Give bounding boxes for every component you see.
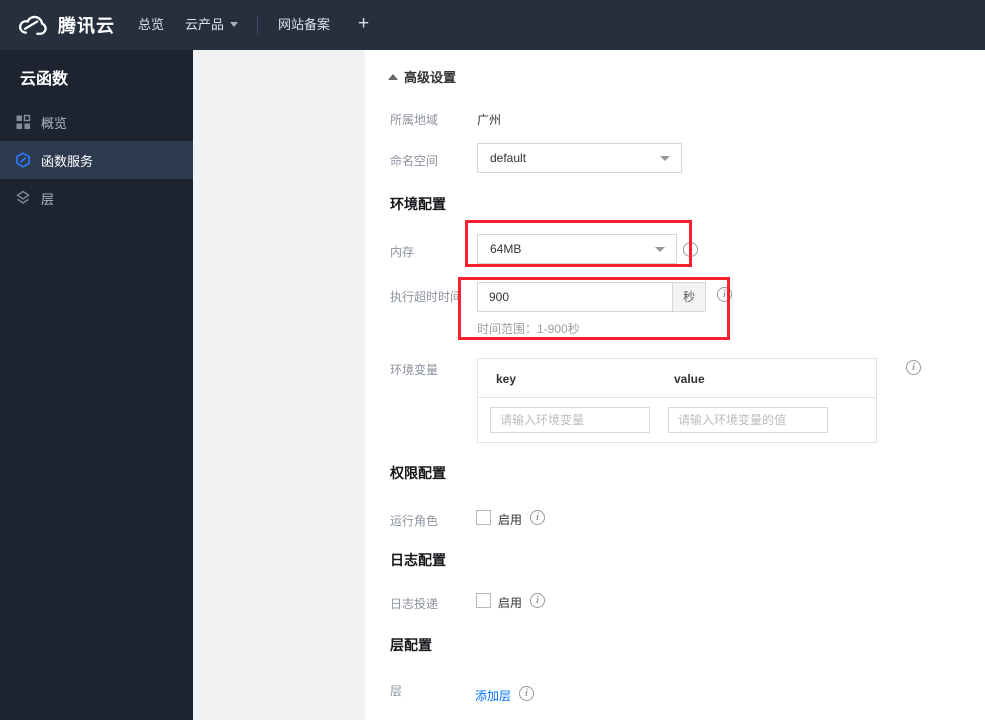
env-key-input[interactable] xyxy=(490,407,650,433)
run-role-enable-label: 启用 xyxy=(498,513,523,527)
env-key-column-header: key xyxy=(496,372,517,386)
layers-icon xyxy=(16,190,30,204)
layer-config-header: 层配置 xyxy=(390,637,432,653)
log-delivery-info-icon[interactable]: i xyxy=(530,593,545,608)
namespace-selected-value: default xyxy=(490,151,527,165)
timeout-label: 执行超时时间 xyxy=(390,290,463,304)
nav-add-button[interactable]: + xyxy=(358,0,369,50)
timeout-input-group: 秒 xyxy=(477,282,706,312)
namespace-label: 命名空间 xyxy=(390,154,439,168)
chevron-down-icon xyxy=(655,247,665,252)
timeout-info-icon[interactable]: i xyxy=(717,287,732,302)
log-delivery-label: 日志投递 xyxy=(390,597,439,611)
add-layer-link[interactable]: 添加层 xyxy=(475,687,511,704)
sidebar-title: 云函数 xyxy=(20,71,69,88)
nav-item-icp-filing[interactable]: 网站备案 xyxy=(278,0,330,50)
timeout-range-hint: 时间范围：1-900秒 xyxy=(477,322,580,336)
run-role-enable-checkbox[interactable] xyxy=(476,510,491,525)
sidebar-item-overview[interactable]: 概览 xyxy=(0,103,193,141)
advanced-settings-toggle[interactable]: 高级设置 xyxy=(388,67,456,86)
memory-info-icon[interactable]: i xyxy=(683,242,698,257)
sidebar: 云函数 概览 函数服务 层 xyxy=(0,50,193,720)
env-vars-table-header: key value xyxy=(478,359,876,398)
function-service-icon xyxy=(16,152,30,168)
namespace-select[interactable]: default xyxy=(477,143,682,173)
main-content: 高级设置 所属地域 广州 命名空间 default 环境配置 内存 64MB i… xyxy=(365,50,985,720)
sidebar-item-label: 概览 xyxy=(41,115,68,131)
nav-divider xyxy=(257,16,258,34)
timeout-input[interactable] xyxy=(477,282,673,312)
advanced-settings-label: 高级设置 xyxy=(404,70,457,85)
top-nav: 腾讯云 总览 云产品 网站备案 + xyxy=(0,0,985,50)
run-role-info-icon[interactable]: i xyxy=(530,510,545,525)
log-delivery-enable-checkbox[interactable] xyxy=(476,593,491,608)
add-layer-info-icon[interactable]: i xyxy=(519,686,534,701)
memory-label: 内存 xyxy=(390,245,415,259)
sidebar-item-label: 函数服务 xyxy=(41,153,94,169)
layer-label: 层 xyxy=(390,684,403,698)
tencent-cloud-logo[interactable]: 腾讯云 xyxy=(16,12,115,38)
grid-icon xyxy=(16,114,31,129)
log-config-header: 日志配置 xyxy=(390,552,446,568)
env-vars-table: key value xyxy=(477,358,877,443)
env-vars-label: 环境变量 xyxy=(390,363,439,377)
brand-name: 腾讯云 xyxy=(58,16,115,36)
log-delivery-enable-label: 启用 xyxy=(498,596,523,610)
cloud-logo-icon xyxy=(19,15,47,35)
region-label: 所属地域 xyxy=(390,113,439,127)
sidebar-item-function-service[interactable]: 函数服务 xyxy=(0,141,193,179)
timeout-unit: 秒 xyxy=(673,282,706,312)
nav-item-overview[interactable]: 总览 xyxy=(138,0,164,50)
env-value-input[interactable] xyxy=(668,407,828,433)
memory-selected-value: 64MB xyxy=(490,242,522,256)
secondary-panel xyxy=(193,50,365,720)
env-value-column-header: value xyxy=(674,372,705,386)
sidebar-item-label: 层 xyxy=(41,191,55,207)
chevron-down-icon xyxy=(230,22,239,27)
chevron-down-icon xyxy=(660,156,670,161)
nav-item-cloud-products[interactable]: 云产品 xyxy=(185,0,239,50)
permission-header: 权限配置 xyxy=(390,465,446,481)
region-value: 广州 xyxy=(477,113,502,127)
env-vars-info-icon[interactable]: i xyxy=(906,360,921,375)
memory-select[interactable]: 64MB xyxy=(477,234,677,264)
run-role-label: 运行角色 xyxy=(390,514,439,528)
collapse-arrow-icon xyxy=(388,73,398,80)
env-config-header: 环境配置 xyxy=(390,196,446,212)
env-vars-table-row xyxy=(478,398,876,442)
sidebar-item-layers[interactable]: 层 xyxy=(0,179,193,217)
